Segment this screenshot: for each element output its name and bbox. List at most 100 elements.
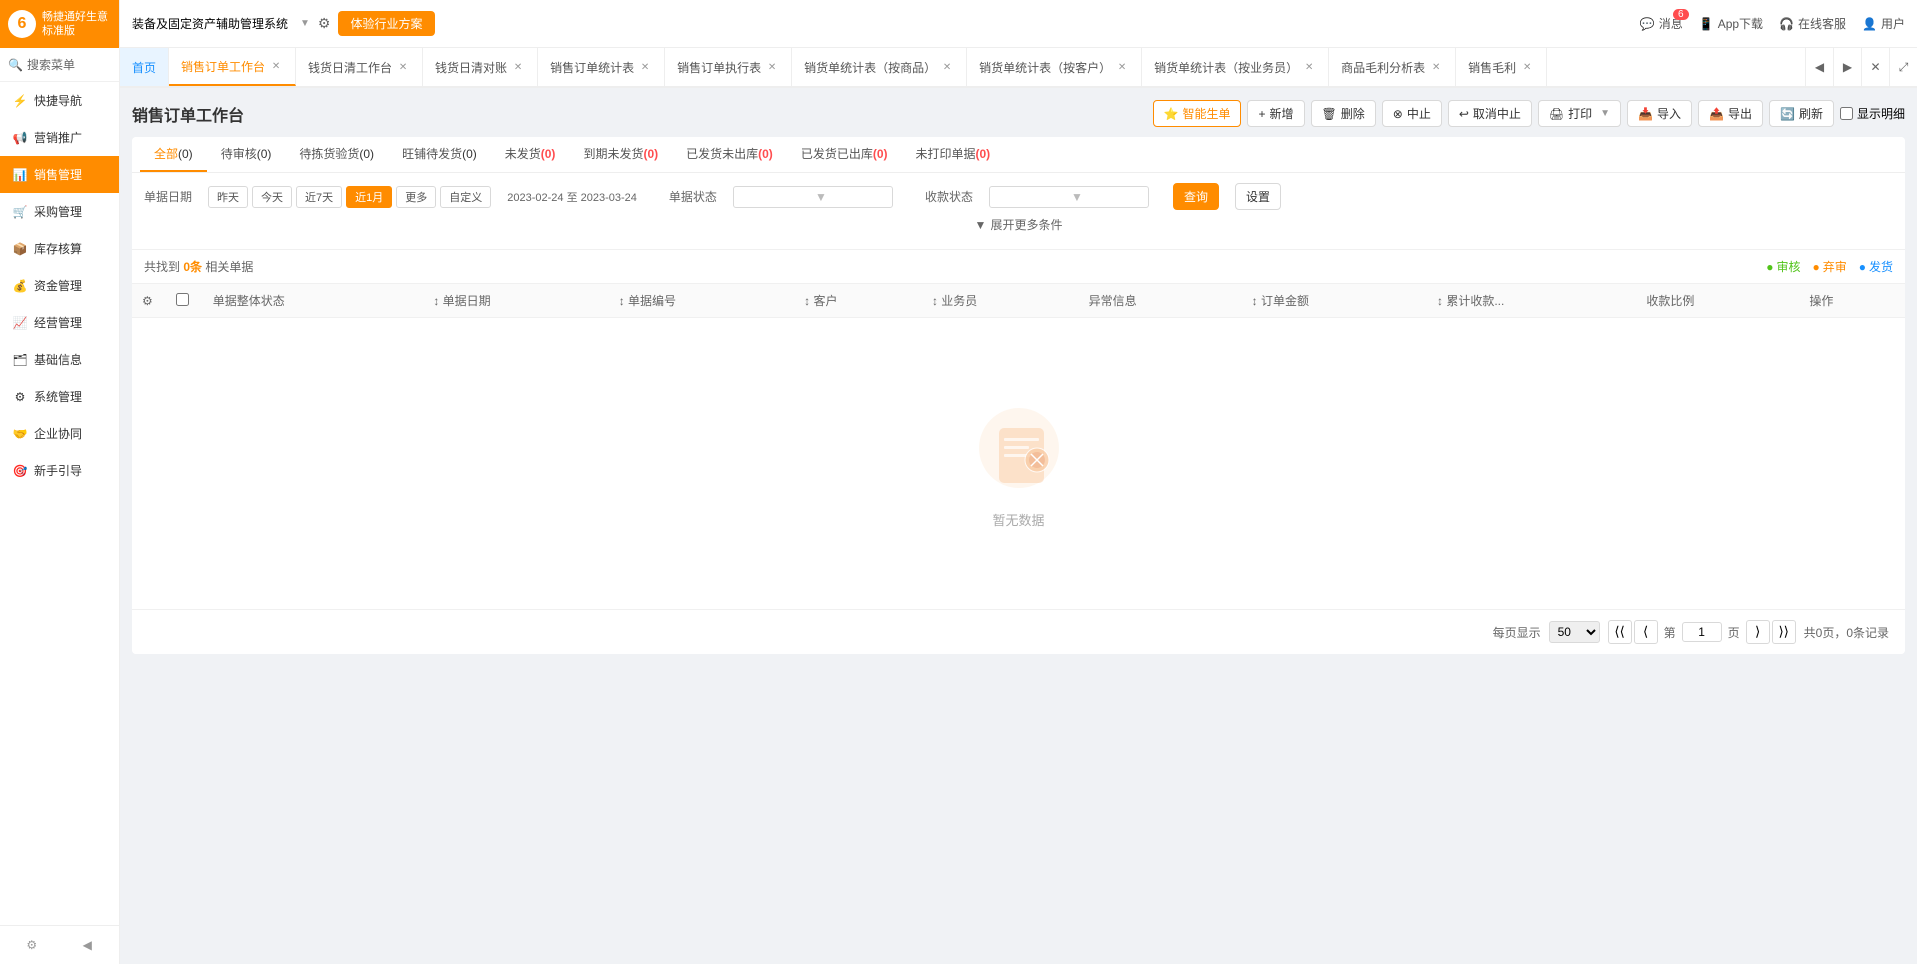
date-btn-昨天[interactable]: 昨天 [208,186,248,208]
quick-ship-btn[interactable]: ● 发货 [1859,258,1893,275]
tab-close-sales-revenue[interactable]: ✕ [1520,60,1534,74]
status-select[interactable]: ▼ [733,186,893,208]
user-action[interactable]: 👤 用户 [1862,15,1905,32]
th-received[interactable]: ↕ 累计收款... [1427,284,1636,318]
show-detail-toggle[interactable]: 显示明细 [1840,105,1905,122]
tab-sales-order-exec[interactable]: 销售订单执行表✕ [665,48,792,86]
page-next-btn[interactable]: ⟩ [1746,620,1770,644]
th-settings[interactable]: ⚙ [132,284,163,318]
table-scroll[interactable]: ⚙ 单据整体状态 ↕ 单据日期 ↕ 单据编号 ↕ 客户 ↕ 业务员 异常信息 ↕… [132,284,1905,609]
th-number[interactable]: ↕ 单据编号 [609,284,794,318]
sidebar: 6 畅捷通好生意 标准版 🔍 搜索菜单 ⚡快捷导航📢营销推广📊销售管理🛒采购管理… [0,0,120,964]
sidebar-search[interactable]: 🔍 搜索菜单 [0,48,119,82]
sub-tab-not-printed[interactable]: 未打印单据(0) [902,137,1005,172]
quick-revoke-btn[interactable]: ● 弃审 [1812,258,1846,275]
add-btn[interactable]: + 新增 [1247,100,1304,127]
sidebar-item-purchase[interactable]: 🛒采购管理 [0,193,119,230]
collapse-btn[interactable]: ◀ [64,934,112,956]
page-number-input[interactable] [1682,622,1722,642]
sidebar-item-guide[interactable]: 🎯新手引导 [0,452,119,489]
query-btn[interactable]: 查询 [1173,183,1219,210]
tab-prev-btn[interactable]: ◀ [1805,48,1833,87]
filter-settings-btn[interactable]: 设置 [1235,183,1281,210]
tab-sales-stats-staff[interactable]: 销货单统计表（按业务员）✕ [1142,48,1329,86]
cancel-stop-btn[interactable]: ↩ 取消中止 [1448,100,1532,127]
stop-btn[interactable]: ⊗ 中止 [1382,100,1442,127]
messages-action[interactable]: 💬 消息 6 [1640,15,1683,32]
sidebar-item-system[interactable]: ⚙系统管理 [0,378,119,415]
experience-btn[interactable]: 体验行业方案 [338,11,434,36]
tab-sales-stats-product[interactable]: 销货单统计表（按商品）✕ [792,48,967,86]
date-btn-近1月[interactable]: 近1月 [346,186,392,208]
sub-tab-shipped-not-stocked[interactable]: 已发货未出库(0) [672,137,787,172]
sidebar-item-sales[interactable]: 📊销售管理 [0,156,119,193]
sub-tab-not-shipped[interactable]: 未发货(0) [491,137,570,172]
select-all-checkbox[interactable] [176,293,189,306]
th-customer[interactable]: ↕ 客户 [794,284,922,318]
tab-close-sales-order-workbench[interactable]: ✕ [269,59,283,73]
expand-btn[interactable]: ▼ 展开更多条件 [975,216,1063,233]
date-btn-今天[interactable]: 今天 [252,186,292,208]
tab-close-sales-order-stats[interactable]: ✕ [638,60,652,74]
tab-sales-order-stats[interactable]: 销售订单统计表✕ [538,48,665,86]
sub-tab-all[interactable]: 全部(0) [140,137,207,172]
delete-btn[interactable]: 🗑 删除 [1311,100,1376,127]
date-btn-自定义[interactable]: 自定义 [440,186,491,208]
sidebar-item-operations[interactable]: 📈经营管理 [0,304,119,341]
export-btn[interactable]: 📤 导出 [1698,100,1763,127]
page-last-btn[interactable]: ⟩⟩ [1772,620,1796,644]
tab-close-product-margin[interactable]: ✕ [1429,60,1443,74]
sidebar-item-finance[interactable]: 💰资金管理 [0,267,119,304]
tab-close-sales-stats-staff[interactable]: ✕ [1302,60,1316,74]
tab-sales-order-workbench[interactable]: 销售订单工作台✕ [169,48,296,86]
th-staff[interactable]: ↕ 业务员 [922,284,1079,318]
down-icon: ▼ [975,218,987,232]
smart-btn[interactable]: ⭐ 智能生单 [1153,100,1242,127]
sub-tab-shipped-stocked[interactable]: 已发货已出库(0) [787,137,902,172]
payment-select[interactable]: ▼ [989,186,1149,208]
sub-tab-wangpu-pending[interactable]: 旺铺待发货(0) [388,137,491,172]
tab-close-sales-order-exec[interactable]: ✕ [765,60,779,74]
tab-next-btn[interactable]: ▶ [1833,48,1861,87]
tab-close-all-btn[interactable]: ✕ [1861,48,1889,87]
th-checkbox[interactable] [163,284,203,318]
show-detail-checkbox[interactable] [1840,107,1853,120]
system-dropdown-arrow[interactable]: ▼ [300,18,310,29]
tab-close-cash-reconcile[interactable]: ✕ [511,60,525,74]
page-first-btn[interactable]: ⟨⟨ [1608,620,1632,644]
page-prev-btn[interactable]: ⟨ [1634,620,1658,644]
message-icon: 💬 [1640,17,1655,31]
tab-close-sales-stats-product[interactable]: ✕ [940,60,954,74]
app-download-action[interactable]: 📱 App下载 [1699,15,1763,32]
page-size-select[interactable]: 20 50 100 [1549,621,1600,643]
tab-maximize-btn[interactable]: ⤢ [1889,48,1917,87]
sub-tab-pending-review[interactable]: 待审核(0) [207,137,286,172]
sidebar-item-cooperation[interactable]: 🤝企业协同 [0,415,119,452]
th-amount[interactable]: ↕ 订单金额 [1242,284,1427,318]
sidebar-item-quick-nav[interactable]: ⚡快捷导航 [0,82,119,119]
tab-close-sales-stats-customer[interactable]: ✕ [1115,60,1129,74]
print-btn[interactable]: 🖨 打印 ▼ [1538,100,1621,127]
settings-icon[interactable]: ⚙ [318,15,331,32]
sidebar-item-inventory[interactable]: 📦库存核算 [0,230,119,267]
quick-review-btn[interactable]: ● 审核 [1766,258,1800,275]
tab-cash-reconcile[interactable]: 钱货日清对账✕ [423,48,538,86]
tab-cash-daily[interactable]: 钱货日清工作台✕ [296,48,423,86]
tab-sales-stats-customer[interactable]: 销货单统计表（按客户）✕ [967,48,1142,86]
th-date[interactable]: ↕ 单据日期 [423,284,608,318]
online-support-action[interactable]: 🎧 在线客服 [1779,15,1846,32]
date-btn-近7天[interactable]: 近7天 [296,186,342,208]
refresh-btn[interactable]: 🔄 刷新 [1769,100,1834,127]
tab-close-cash-daily[interactable]: ✕ [396,60,410,74]
import-btn[interactable]: 📥 导入 [1627,100,1692,127]
sub-tab-overdue-not-shipped[interactable]: 到期未发货(0) [569,137,672,172]
sidebar-item-basic-info[interactable]: 🗂基础信息 [0,341,119,378]
tab-sales-revenue[interactable]: 销售毛利✕ [1456,48,1547,86]
purchase-icon: 🛒 [12,204,28,220]
tab-product-margin[interactable]: 商品毛利分析表✕ [1329,48,1456,86]
sidebar-item-marketing[interactable]: 📢营销推广 [0,119,119,156]
sub-tab-pending-inspect[interactable]: 待拣货验货(0) [285,137,388,172]
settings-btn[interactable]: ⚙ [8,934,56,956]
date-btn-更多[interactable]: 更多 [396,186,436,208]
tab-home[interactable]: 首页 [120,48,169,86]
